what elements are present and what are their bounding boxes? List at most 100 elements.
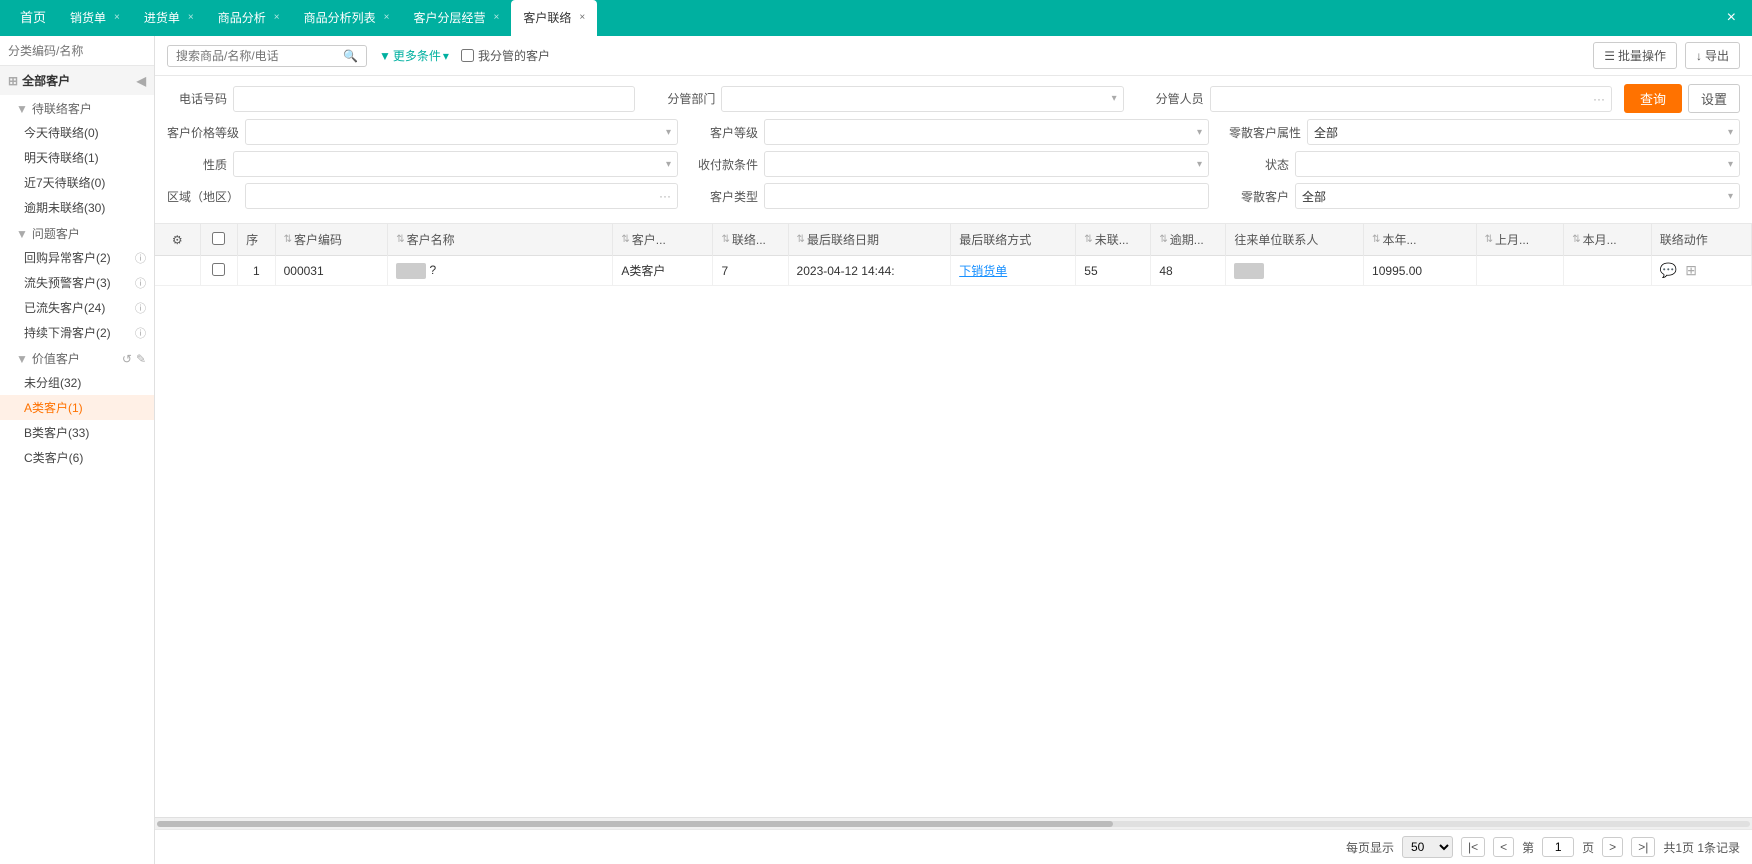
region-label: 区域（地区）: [167, 188, 239, 205]
close-salesorder-icon[interactable]: ×: [114, 0, 120, 36]
settings-col-header[interactable]: ⚙: [155, 224, 200, 256]
nav-home[interactable]: 首页: [8, 0, 58, 36]
sidebar-item-class-c[interactable]: C类客户(6): [0, 445, 154, 470]
num-col-header: 序: [238, 224, 276, 256]
last-method-link[interactable]: 下销货单: [959, 264, 1007, 278]
sidebar-item-unclassified[interactable]: 未分组(32): [0, 370, 154, 395]
query-button[interactable]: 查询: [1624, 84, 1682, 113]
sidebar-collapse-icon[interactable]: ◀: [137, 74, 146, 88]
close-purchase-icon[interactable]: ×: [188, 0, 194, 36]
region-input[interactable]: ···: [245, 183, 678, 209]
close-all-button[interactable]: ×: [1719, 9, 1744, 27]
contact-col-header[interactable]: ⇅ 联络...: [713, 224, 788, 256]
check-col-header[interactable]: [200, 224, 238, 256]
nature-select[interactable]: ▾: [233, 151, 678, 177]
qr-icon[interactable]: ⊞: [1685, 262, 1697, 279]
payment-select[interactable]: ▾: [764, 151, 1209, 177]
total-records-label: 共1页 1条记录: [1663, 839, 1740, 856]
last-page-button[interactable]: >|: [1631, 837, 1655, 857]
last-method-col-header[interactable]: 最后联络方式: [951, 224, 1076, 256]
sidebar-item-declining[interactable]: 持续下滑客户(2) ⓘ: [0, 320, 154, 345]
my-customers-checkbox[interactable]: [461, 49, 474, 62]
nav-purchase[interactable]: 进货单 ×: [132, 0, 206, 36]
sidebar-item-churned[interactable]: 已流失客户(24) ⓘ: [0, 295, 154, 320]
customer-type-input[interactable]: [764, 183, 1209, 209]
first-page-button[interactable]: |<: [1461, 837, 1485, 857]
sidebar-item-class-b[interactable]: B类客户(33): [0, 420, 154, 445]
sidebar-item-class-a[interactable]: A类客户(1): [0, 395, 154, 420]
export-icon: ↓: [1696, 49, 1702, 63]
sidebar-item-today[interactable]: 今天待联络(0): [0, 120, 154, 145]
close-product-analysis-icon[interactable]: ×: [274, 0, 280, 36]
row-code: 000031: [275, 256, 388, 286]
sort-icon: ⇅: [1372, 234, 1380, 245]
dept-select[interactable]: ▾: [721, 86, 1123, 112]
customer-level-select[interactable]: ▾: [764, 119, 1209, 145]
close-customer-contact-icon[interactable]: ×: [579, 0, 585, 36]
customer-level-field: 客户等级 ▾: [698, 119, 1209, 145]
type-col-header[interactable]: ⇅ 客户...: [613, 224, 713, 256]
sidebar-item-churn-warning[interactable]: 流失预警客户(3) ⓘ: [0, 270, 154, 295]
last-date-col-header[interactable]: ⇅ 最后联络日期: [788, 224, 951, 256]
close-customer-tier-icon[interactable]: ×: [493, 0, 499, 36]
not-contact-col-header[interactable]: ⇅ 未联...: [1076, 224, 1151, 256]
nav-customer-tier[interactable]: 客户分层经营 ×: [401, 0, 511, 36]
arrow-down-icon3: ▼: [16, 352, 28, 366]
name-col-header[interactable]: ⇅ 客户名称: [388, 224, 613, 256]
person-input[interactable]: ···: [1210, 86, 1612, 112]
close-product-list-icon[interactable]: ×: [384, 0, 390, 36]
sidebar-search-input[interactable]: [8, 44, 155, 58]
retail-attr-select[interactable]: 全部 ▾: [1307, 119, 1740, 145]
last-month-col-header[interactable]: ⇅ 上月...: [1476, 224, 1564, 256]
section-pending-contact[interactable]: ▼ 待联络客户: [0, 95, 154, 120]
sort-icon: ⇅: [284, 234, 292, 245]
sort-icon: ⇅: [1572, 234, 1580, 245]
sidebar-item-repurchase-abnormal[interactable]: 回购异常客户(2) ⓘ: [0, 245, 154, 270]
sidebar-item-7days[interactable]: 近7天待联络(0): [0, 170, 154, 195]
this-year-col-header[interactable]: ⇅ 本年...: [1364, 224, 1477, 256]
row-checkbox[interactable]: [212, 263, 225, 276]
status-select[interactable]: ▾: [1295, 151, 1740, 177]
retail-customer-select[interactable]: 全部 ▾: [1295, 183, 1740, 209]
export-button[interactable]: ↓ 导出: [1685, 42, 1740, 69]
chat-icon[interactable]: 💬: [1660, 262, 1677, 279]
search-icon[interactable]: 🔍: [343, 49, 358, 63]
row-last-month: [1476, 256, 1564, 286]
sort-icon: ⇅: [621, 234, 629, 245]
content-area: 🔍 ▼ 更多条件 ▾ 我分管的客户 ☰ 批量操作 ↓ 导出: [155, 36, 1752, 864]
section-problem-customers[interactable]: ▼ 问题客户: [0, 220, 154, 245]
settings-icon[interactable]: ⚙: [172, 233, 183, 247]
nav-product-analysis[interactable]: 商品分析 ×: [206, 0, 292, 36]
overdue-col-header[interactable]: ⇅ 逾期...: [1151, 224, 1226, 256]
next-page-button[interactable]: >: [1602, 837, 1623, 857]
edit-icon[interactable]: ✎: [136, 352, 146, 366]
all-customers-header[interactable]: ⊞ 全部客户 ◀: [0, 66, 154, 95]
prev-page-button[interactable]: <: [1493, 837, 1514, 857]
nav-customer-contact[interactable]: 客户联络 ×: [511, 0, 597, 36]
page-number-input[interactable]: [1542, 837, 1574, 857]
customers-table: ⚙ 序 ⇅ 客户编码: [155, 224, 1752, 286]
phone-input[interactable]: [233, 86, 635, 112]
horizontal-scrollbar[interactable]: [155, 817, 1752, 829]
nav-salesorder[interactable]: 销货单 ×: [58, 0, 132, 36]
search-input[interactable]: [176, 49, 339, 63]
nav-product-list[interactable]: 商品分析列表 ×: [292, 0, 402, 36]
payment-field: 收付款条件 ▾: [698, 151, 1209, 177]
price-level-select[interactable]: ▾: [245, 119, 678, 145]
action-col-header: 联络动作: [1651, 224, 1751, 256]
sidebar-item-overdue[interactable]: 逾期未联络(30): [0, 195, 154, 220]
sidebar-item-tomorrow[interactable]: 明天待联络(1): [0, 145, 154, 170]
refresh-icon[interactable]: ↺: [122, 352, 132, 366]
this-month-col-header[interactable]: ⇅ 本月...: [1564, 224, 1652, 256]
per-page-select[interactable]: 50 100 200: [1402, 836, 1453, 858]
setting-button[interactable]: 设置: [1688, 84, 1740, 113]
select-all-checkbox[interactable]: [212, 232, 225, 245]
sort-icon: ⇅: [797, 234, 805, 245]
page-end-label: 页: [1582, 839, 1594, 856]
code-col-header[interactable]: ⇅ 客户编码: [275, 224, 388, 256]
batch-operation-button[interactable]: ☰ 批量操作: [1593, 42, 1677, 69]
dots-icon: ···: [1593, 92, 1605, 106]
contacts-col-header[interactable]: 往来单位联系人: [1226, 224, 1364, 256]
sort-icon: ⇅: [396, 234, 404, 245]
more-filters-button[interactable]: ▼ 更多条件 ▾: [379, 47, 449, 64]
